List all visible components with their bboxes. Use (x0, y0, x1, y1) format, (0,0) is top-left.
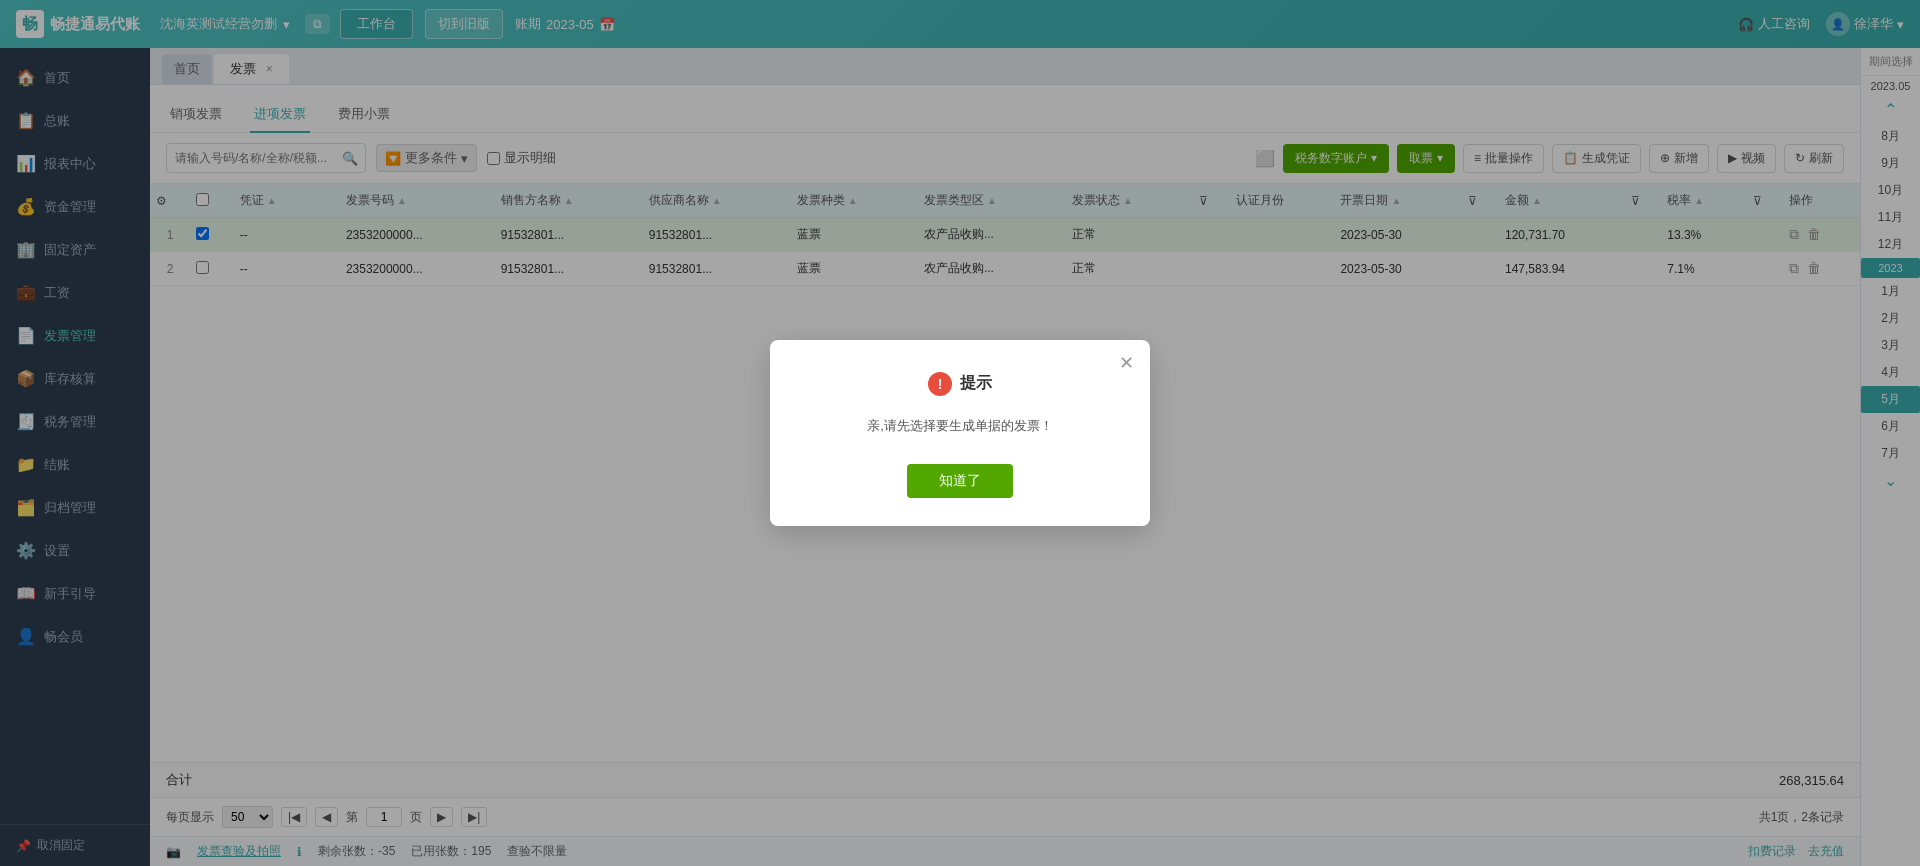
modal-message: 亲,请先选择要生成单据的发票！ (806, 416, 1114, 437)
modal-close-button[interactable]: ✕ (1119, 352, 1134, 374)
modal-title-row: ! 提示 (806, 372, 1114, 396)
modal-confirm-button[interactable]: 知道了 (907, 464, 1013, 498)
modal-box: ✕ ! 提示 亲,请先选择要生成单据的发票！ 知道了 (770, 340, 1150, 527)
warning-icon: ! (928, 372, 952, 396)
modal-title: 提示 (960, 373, 992, 394)
modal-overlay: ✕ ! 提示 亲,请先选择要生成单据的发票！ 知道了 (0, 0, 1920, 866)
